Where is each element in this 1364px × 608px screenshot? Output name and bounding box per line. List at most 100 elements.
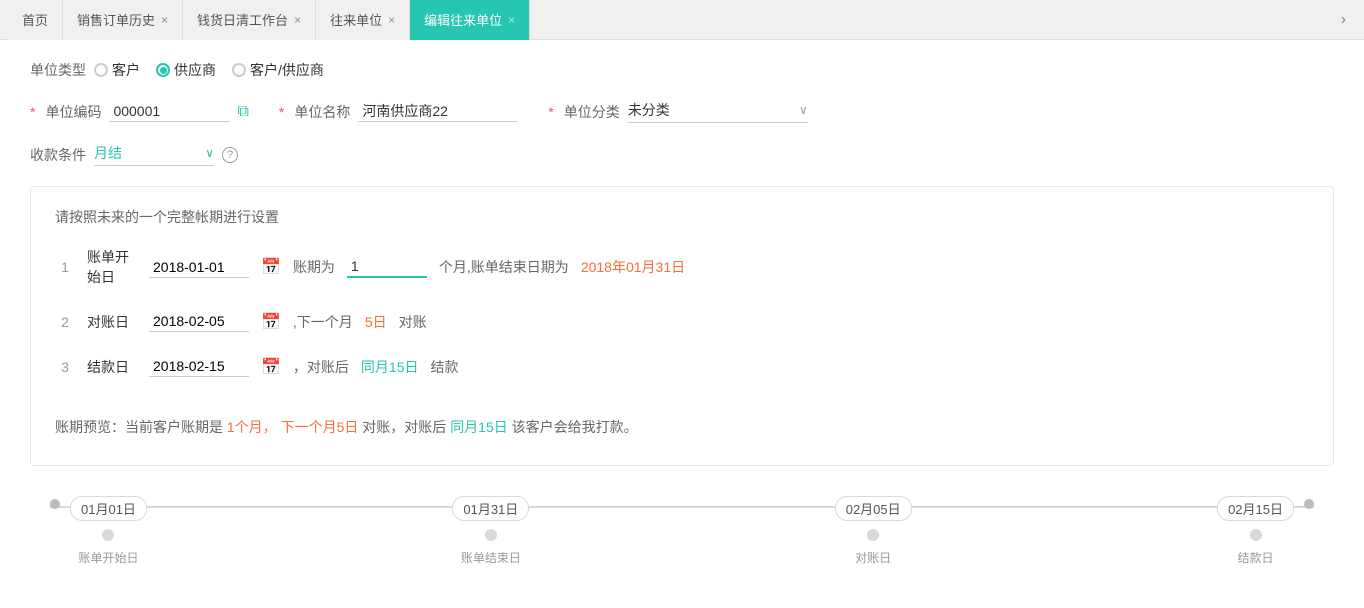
help-icon[interactable]: ?	[222, 147, 238, 163]
timeline-points: 01月01日 账单开始日 01月31日 账单结束日 02月05日 对账日 02月…	[50, 496, 1314, 566]
period-row-2-after: 对账	[399, 312, 427, 332]
unit-name-input[interactable]	[358, 101, 518, 122]
unit-category-value: 未分类	[628, 100, 670, 120]
timeline-label-4: 结款日	[1238, 549, 1274, 566]
radio-group-unit-type: 客户 供应商 客户/供应商	[94, 60, 324, 80]
radio-customer[interactable]: 客户	[94, 60, 140, 80]
preview-mid: 对账，对账后	[362, 419, 446, 435]
payment-condition-arrow-icon: ∨	[205, 146, 214, 160]
unit-code-field: * 单位编码 ⧉	[30, 101, 249, 122]
copy-icon[interactable]: ⧉	[237, 103, 248, 121]
radio-supplier-label: 供应商	[174, 60, 216, 80]
preview-prefix: 账期预览：当前客户账期是	[55, 419, 223, 435]
tabs-bar: 首页 销售订单历史 × 钱货日清工作台 × 往来单位 × 编辑往来单位 × ›	[0, 0, 1364, 40]
close-edit-partner-icon[interactable]: ×	[508, 13, 515, 27]
tab-edit-partner-label: 编辑往来单位	[424, 10, 502, 29]
timeline: 01月01日 账单开始日 01月31日 账单结束日 02月05日 对账日 02月…	[30, 486, 1334, 576]
preview-section: 账期预览：当前客户账期是 1个月， 下一个月5日 对账，对账后 同月15日 该客…	[55, 401, 1309, 445]
code-name-category-row: * 单位编码 ⧉ * 单位名称 * 单位分类 未分类 ∨	[30, 100, 1334, 123]
period-row-2-cal-icon[interactable]: 📅	[261, 312, 281, 332]
period-row-3-label: 结款日	[87, 357, 137, 377]
unit-category-required: *	[548, 104, 553, 120]
radio-both-label: 客户/供应商	[250, 60, 324, 80]
unit-category-arrow-icon: ∨	[799, 103, 808, 117]
period-row-3-cal-icon[interactable]: 📅	[261, 357, 281, 377]
period-row-2-highlight: 5日	[365, 312, 387, 332]
unit-code-label: 单位编码	[45, 102, 101, 122]
tab-partner[interactable]: 往来单位 ×	[316, 0, 410, 40]
radio-both[interactable]: 客户/供应商	[232, 60, 324, 80]
timeline-label-3: 对账日	[855, 549, 891, 566]
radio-supplier[interactable]: 供应商	[156, 60, 216, 80]
unit-name-required: *	[279, 104, 284, 120]
radio-circle-customer	[94, 63, 108, 77]
unit-name-field: * 单位名称	[279, 101, 518, 122]
period-row-3-highlight: 同月15日	[361, 357, 419, 377]
period-row-1-label: 账单开始日	[87, 247, 137, 287]
preview-suffix: 该客户会给我打款。	[512, 419, 638, 435]
tab-edit-partner[interactable]: 编辑往来单位 ×	[410, 0, 530, 40]
period-row-1-cal-icon[interactable]: 📅	[261, 257, 281, 277]
tab-home[interactable]: 首页	[8, 0, 63, 40]
timeline-end-dot	[1304, 499, 1314, 509]
unit-category-label: 单位分类	[564, 102, 620, 122]
period-row-2-date[interactable]	[149, 311, 249, 332]
timeline-dot-2	[485, 529, 497, 541]
tab-home-label: 首页	[22, 10, 48, 29]
period-row-2-suffix: ,下一个月	[293, 312, 353, 332]
preview-part3: 同月15日	[450, 419, 508, 435]
period-box-title: 请按照未来的一个完整帐期进行设置	[55, 207, 1309, 227]
unit-category-select[interactable]: 未分类 ∨	[628, 100, 808, 123]
timeline-dot-1	[102, 529, 114, 541]
radio-circle-supplier	[156, 63, 170, 77]
period-row-3: 3 结款日 📅 ，对账后 同月15日 结款	[55, 356, 1309, 377]
period-row-3-after: 结款	[431, 357, 459, 377]
period-row-1-num: 1	[55, 259, 75, 275]
timeline-badge-2: 01月31日	[452, 496, 529, 521]
timeline-badge-3: 02月05日	[835, 496, 912, 521]
timeline-point-2: 01月31日 账单结束日	[452, 496, 529, 566]
payment-condition-label: 收款条件	[30, 145, 86, 165]
tab-cash-desk[interactable]: 钱货日清工作台 ×	[183, 0, 316, 40]
preview-part2: 下一个月5日	[281, 419, 359, 435]
payment-condition-row: 收款条件 月结 ∨ ?	[30, 143, 1334, 166]
period-row-3-date[interactable]	[149, 356, 249, 377]
period-settings-box: 请按照未来的一个完整帐期进行设置 1 账单开始日 📅 账期为 个月,账单结束日期…	[30, 186, 1334, 466]
payment-condition-field: 收款条件 月结 ∨ ?	[30, 143, 238, 166]
payment-condition-value: 月结	[94, 143, 122, 163]
timeline-start-dot	[50, 499, 60, 509]
unit-type-label: 单位类型	[30, 60, 86, 80]
timeline-badge-4: 02月15日	[1217, 496, 1294, 521]
unit-name-label: 单位名称	[294, 102, 350, 122]
unit-code-input[interactable]	[109, 101, 229, 122]
close-cash-desk-icon[interactable]: ×	[294, 13, 301, 27]
page-content: 单位类型 客户 供应商 客户/供应商 * 单位编码	[0, 40, 1364, 608]
timeline-dot-4	[1250, 529, 1262, 541]
tab-sales-history-label: 销售订单历史	[77, 10, 155, 29]
close-sales-history-icon[interactable]: ×	[161, 13, 168, 27]
period-row-3-num: 3	[55, 359, 75, 375]
timeline-badge-1: 01月01日	[70, 496, 147, 521]
timeline-label-2: 账单结束日	[461, 549, 521, 566]
timeline-label-1: 账单开始日	[78, 549, 138, 566]
radio-customer-label: 客户	[112, 60, 140, 80]
period-row-1-date[interactable]	[149, 257, 249, 278]
timeline-dot-3	[867, 529, 879, 541]
radio-circle-both	[232, 63, 246, 77]
period-months-input[interactable]	[347, 256, 427, 278]
timeline-point-4: 02月15日 结款日	[1217, 496, 1294, 566]
period-row-1-end-date: 2018年01月31日	[581, 257, 685, 277]
timeline-point-3: 02月05日 对账日	[835, 496, 912, 566]
unit-category-field: * 单位分类 未分类 ∨	[548, 100, 807, 123]
period-row-1-mid: 账期为	[293, 257, 335, 277]
preview-part1: 1个月，	[227, 419, 277, 435]
tab-cash-desk-label: 钱货日清工作台	[197, 10, 288, 29]
tab-partner-label: 往来单位	[330, 10, 382, 29]
close-partner-icon[interactable]: ×	[388, 13, 395, 27]
tab-arrow[interactable]: ›	[1331, 11, 1356, 29]
payment-condition-select[interactable]: 月结 ∨	[94, 143, 214, 166]
tab-sales-history[interactable]: 销售订单历史 ×	[63, 0, 183, 40]
period-row-2-num: 2	[55, 314, 75, 330]
timeline-point-1: 01月01日 账单开始日	[70, 496, 147, 566]
unit-code-required: *	[30, 104, 35, 120]
